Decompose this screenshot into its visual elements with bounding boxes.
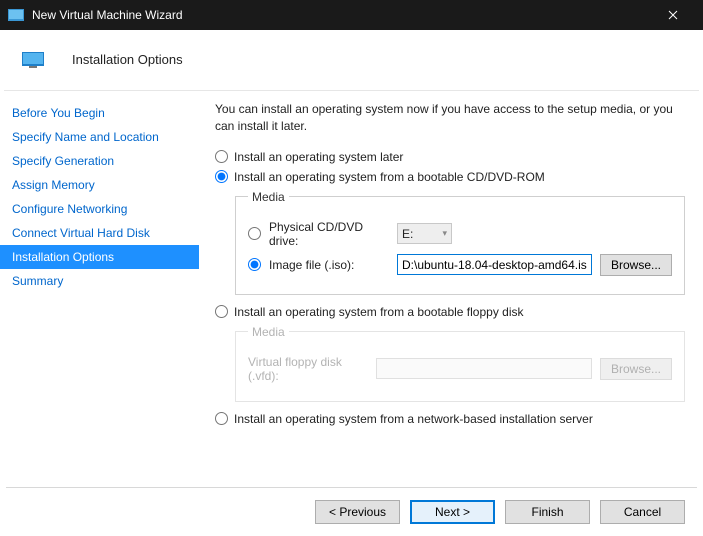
label-vfd: Virtual floppy disk (.vfd): <box>248 355 368 383</box>
radio-physical-drive[interactable] <box>248 227 261 240</box>
page-title: Installation Options <box>72 52 183 67</box>
label-install-cddvd: Install an operating system from a boota… <box>234 170 545 184</box>
step-specify-generation[interactable]: Specify Generation <box>0 149 199 173</box>
label-physical-drive: Physical CD/DVD drive: <box>269 220 389 248</box>
step-connect-vhd[interactable]: Connect Virtual Hard Disk <box>0 221 199 245</box>
next-button[interactable]: Next > <box>410 500 495 524</box>
label-install-floppy: Install an operating system from a boota… <box>234 305 524 319</box>
header-divider <box>4 90 699 91</box>
chevron-down-icon: ▾ <box>442 228 447 239</box>
wizard-footer: < Previous Next > Finish Cancel <box>0 488 703 536</box>
radio-install-floppy[interactable] <box>215 305 228 318</box>
step-installation-options[interactable]: Installation Options <box>0 245 199 269</box>
step-assign-memory[interactable]: Assign Memory <box>0 173 199 197</box>
iso-path-input[interactable] <box>397 254 592 275</box>
label-image-file: Image file (.iso): <box>269 258 389 272</box>
step-configure-networking[interactable]: Configure Networking <box>0 197 199 221</box>
close-icon <box>668 10 678 20</box>
wizard-content: You can install an operating system now … <box>199 95 703 487</box>
radio-image-file[interactable] <box>248 258 261 271</box>
browse-iso-button[interactable]: Browse... <box>600 254 672 276</box>
floppy-media-legend: Media <box>248 325 289 339</box>
drive-select[interactable]: E:▾ <box>397 223 452 244</box>
intro-text: You can install an operating system now … <box>215 101 685 136</box>
radio-install-network[interactable] <box>215 412 228 425</box>
step-specify-name[interactable]: Specify Name and Location <box>0 125 199 149</box>
monitor-icon <box>22 52 44 68</box>
titlebar: New Virtual Machine Wizard <box>0 0 703 30</box>
cancel-button[interactable]: Cancel <box>600 500 685 524</box>
radio-install-later[interactable] <box>215 150 228 163</box>
wizard-steps-sidebar: Before You Begin Specify Name and Locati… <box>0 95 199 487</box>
wizard-header: Installation Options <box>0 30 703 90</box>
label-install-later: Install an operating system later <box>234 150 403 164</box>
close-button[interactable] <box>650 0 695 30</box>
step-summary[interactable]: Summary <box>0 269 199 293</box>
wizard-icon <box>8 7 24 23</box>
window-title: New Virtual Machine Wizard <box>32 8 650 22</box>
cddvd-media-legend: Media <box>248 190 289 204</box>
floppy-media-group: Media Virtual floppy disk (.vfd): Browse… <box>235 325 685 402</box>
radio-install-cddvd[interactable] <box>215 170 228 183</box>
browse-vfd-button: Browse... <box>600 358 672 380</box>
finish-button[interactable]: Finish <box>505 500 590 524</box>
cddvd-media-group: Media Physical CD/DVD drive: E:▾ Image f… <box>235 190 685 295</box>
label-install-network: Install an operating system from a netwo… <box>234 412 593 426</box>
vfd-path-input <box>376 358 592 379</box>
step-before-you-begin[interactable]: Before You Begin <box>0 101 199 125</box>
previous-button[interactable]: < Previous <box>315 500 400 524</box>
